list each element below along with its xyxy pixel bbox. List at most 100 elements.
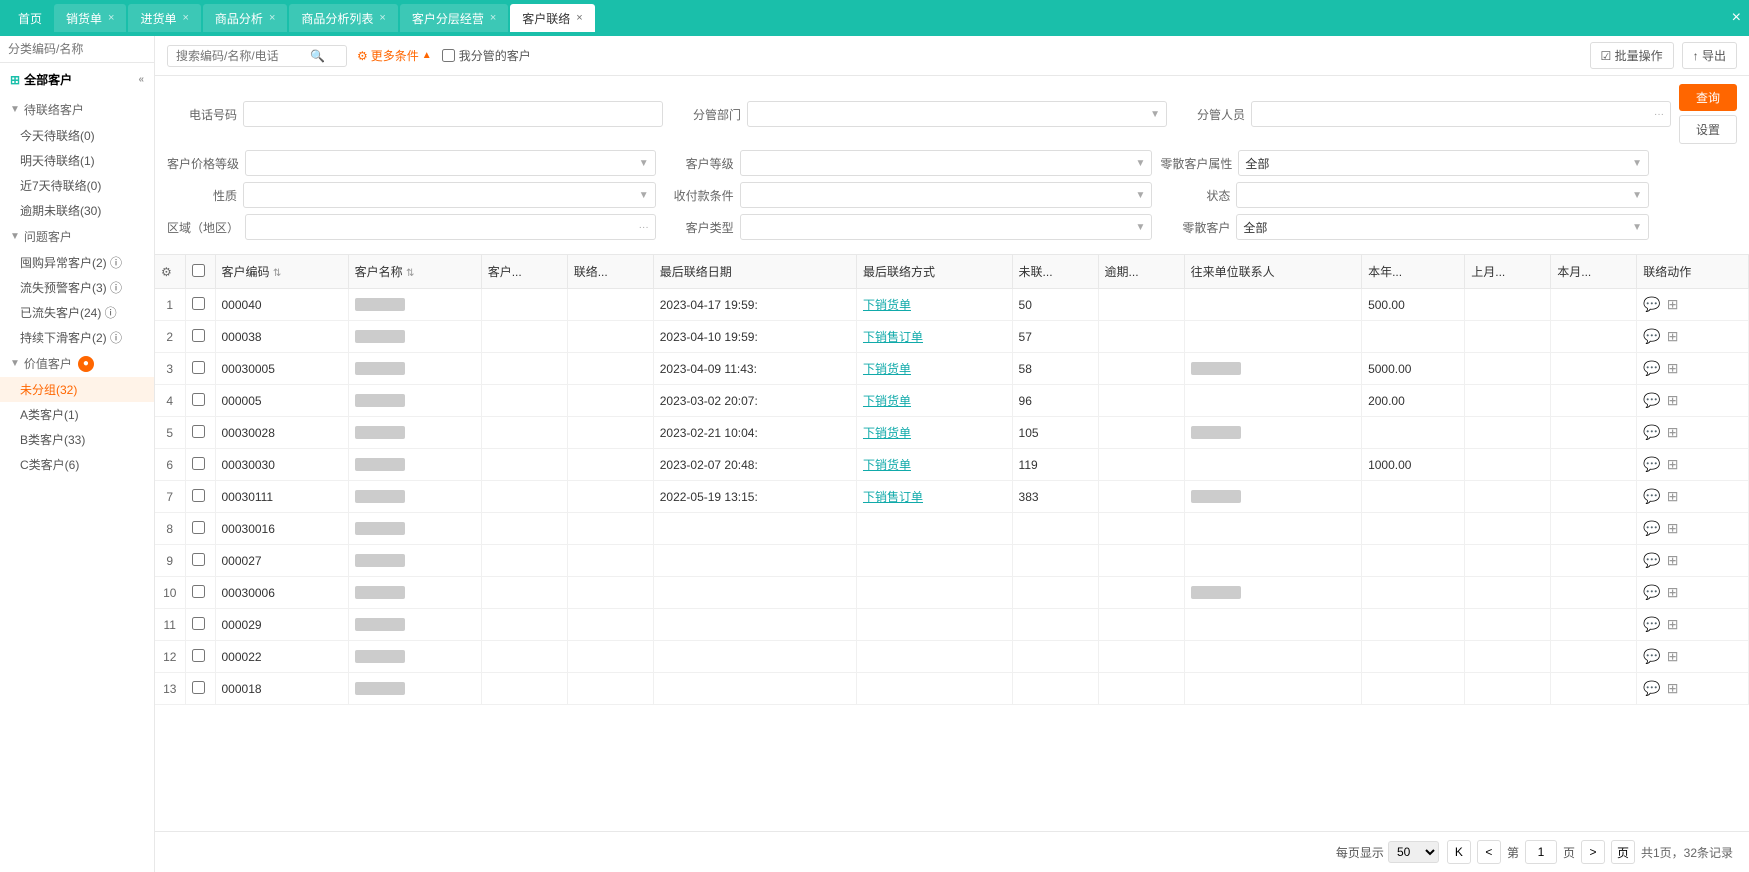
row-checkbox-6[interactable] [192, 489, 205, 502]
chat-icon[interactable]: 💬 [1643, 488, 1660, 505]
row-checkbox-10[interactable] [192, 617, 205, 630]
row-checkbox-2[interactable] [192, 361, 205, 374]
section-problem-customers[interactable]: ▼ 问题客户 [0, 223, 154, 250]
close-productanalysis-icon[interactable]: × [269, 12, 275, 24]
grid-action-icon[interactable]: ⊞ [1667, 584, 1679, 601]
sidebar-item-class-c[interactable]: C类客户(6) [0, 452, 154, 477]
col-check[interactable] [185, 255, 215, 289]
cell-lasttype[interactable]: 下销货单 [856, 449, 1012, 481]
sidebar-item-class-a[interactable]: A类客户(1) [0, 402, 154, 427]
cell-check[interactable] [185, 545, 215, 577]
cell-check[interactable] [185, 513, 215, 545]
chat-icon[interactable]: 💬 [1643, 584, 1660, 601]
contact-type-link[interactable]: 下销售订单 [863, 490, 923, 504]
sidebar-item-hoarding[interactable]: 囤购异常客户(2) ⓘ [0, 250, 154, 275]
sidebar-item-unassigned[interactable]: 未分组(32) [0, 377, 154, 402]
query-btn[interactable]: 查询 [1679, 84, 1737, 111]
grid-action-icon[interactable]: ⊞ [1667, 488, 1679, 505]
nav-tab-customercontact[interactable]: 客户联络 × [510, 4, 594, 32]
chat-icon[interactable]: 💬 [1643, 456, 1660, 473]
grid-action-icon[interactable]: ⊞ [1667, 328, 1679, 345]
sidebar-item-7days[interactable]: 近7天待联络(0) [0, 173, 154, 198]
cell-lasttype[interactable]: 下销货单 [856, 417, 1012, 449]
chat-icon[interactable]: 💬 [1643, 392, 1660, 409]
grid-action-icon[interactable]: ⊞ [1667, 424, 1679, 441]
contact-type-link[interactable]: 下销售订单 [863, 330, 923, 344]
cell-lasttype[interactable]: 下销货单 [856, 385, 1012, 417]
chat-icon[interactable]: 💬 [1643, 648, 1660, 665]
cell-lasttype[interactable] [856, 641, 1012, 673]
sidebar-item-class-b[interactable]: B类客户(33) [0, 427, 154, 452]
nav-tab-purchaseorder[interactable]: 进货单 × [128, 4, 200, 32]
payment-select[interactable]: ▼ [740, 182, 1153, 208]
contact-type-link[interactable]: 下销货单 [863, 394, 911, 408]
chat-icon[interactable]: 💬 [1643, 520, 1660, 537]
nav-home[interactable]: 首页 [8, 10, 52, 27]
reset-btn[interactable]: 设置 [1679, 115, 1737, 144]
row-checkbox-9[interactable] [192, 585, 205, 598]
cell-check[interactable] [185, 577, 215, 609]
nav-tab-productlist[interactable]: 商品分析列表 × [289, 4, 397, 32]
sidebar-item-overdue[interactable]: 逾期未联络(30) [0, 198, 154, 223]
chat-icon[interactable]: 💬 [1643, 360, 1660, 377]
chat-icon[interactable]: 💬 [1643, 680, 1660, 697]
cell-lasttype[interactable] [856, 513, 1012, 545]
cell-check[interactable] [185, 609, 215, 641]
row-checkbox-5[interactable] [192, 457, 205, 470]
dept-select[interactable]: ▼ [747, 101, 1167, 127]
sparse-cust-select[interactable]: 全部 ▼ [1236, 214, 1649, 240]
grid-action-icon[interactable]: ⊞ [1667, 648, 1679, 665]
my-customers-checkbox[interactable] [442, 49, 455, 62]
row-checkbox-12[interactable] [192, 681, 205, 694]
last-page-btn[interactable]: 页 [1611, 840, 1635, 864]
cell-lasttype[interactable] [856, 577, 1012, 609]
col-settings[interactable]: ⚙ [155, 255, 185, 289]
close-customersegment-icon[interactable]: × [490, 12, 496, 24]
row-checkbox-1[interactable] [192, 329, 205, 342]
sidebar-item-tomorrow[interactable]: 明天待联络(1) [0, 148, 154, 173]
cell-check[interactable] [185, 449, 215, 481]
cell-check[interactable] [185, 385, 215, 417]
row-checkbox-7[interactable] [192, 521, 205, 534]
row-checkbox-4[interactable] [192, 425, 205, 438]
chat-icon[interactable]: 💬 [1643, 424, 1660, 441]
chat-icon[interactable]: 💬 [1643, 328, 1660, 345]
contact-type-link[interactable]: 下销货单 [863, 426, 911, 440]
cust-type-select[interactable]: ▼ [740, 214, 1153, 240]
status-select[interactable]: ▼ [1236, 182, 1649, 208]
cell-check[interactable] [185, 673, 215, 705]
chat-icon[interactable]: 💬 [1643, 552, 1660, 569]
grid-action-icon[interactable]: ⊞ [1667, 392, 1679, 409]
close-all-icon[interactable]: × [1732, 9, 1741, 27]
cell-check[interactable] [185, 417, 215, 449]
chat-icon[interactable]: 💬 [1643, 616, 1660, 633]
close-salesorder-icon[interactable]: × [108, 12, 114, 24]
cell-check[interactable] [185, 481, 215, 513]
nav-tab-salesorder[interactable]: 销货单 × [54, 4, 126, 32]
first-page-btn[interactable]: K [1447, 840, 1471, 864]
nav-tab-customersegment[interactable]: 客户分层经营 × [400, 4, 508, 32]
filter-search-icon[interactable]: 🔍 [310, 49, 325, 63]
sort-name-icon[interactable]: ⇅ [406, 268, 414, 279]
section-pending-contact[interactable]: ▼ 待联络客户 [0, 96, 154, 123]
cell-lasttype[interactable]: 下销货单 [856, 289, 1012, 321]
contact-type-link[interactable]: 下销货单 [863, 362, 911, 376]
sparse-attr-select[interactable]: 全部 ▼ [1238, 150, 1649, 176]
row-checkbox-8[interactable] [192, 553, 205, 566]
cell-lasttype[interactable] [856, 609, 1012, 641]
cell-check[interactable] [185, 289, 215, 321]
cell-lasttype[interactable]: 下销售订单 [856, 321, 1012, 353]
price-level-select[interactable]: ▼ [245, 150, 656, 176]
nature-select[interactable]: ▼ [243, 182, 656, 208]
chat-icon[interactable]: 💬 [1643, 296, 1660, 313]
sidebar-item-today[interactable]: 今天待联络(0) [0, 123, 154, 148]
cell-lasttype[interactable] [856, 545, 1012, 577]
section-value-customers[interactable]: ▼ 价值客户 ● [0, 350, 154, 377]
cell-lasttype[interactable] [856, 673, 1012, 705]
cell-lasttype[interactable]: 下销货单 [856, 353, 1012, 385]
sidebar-item-churned[interactable]: 已流失客户(24) ⓘ [0, 300, 154, 325]
page-number-input[interactable] [1525, 840, 1557, 864]
next-page-btn[interactable]: > [1581, 840, 1605, 864]
sidebar-search-input[interactable] [8, 42, 155, 56]
grid-action-icon[interactable]: ⊞ [1667, 360, 1679, 377]
